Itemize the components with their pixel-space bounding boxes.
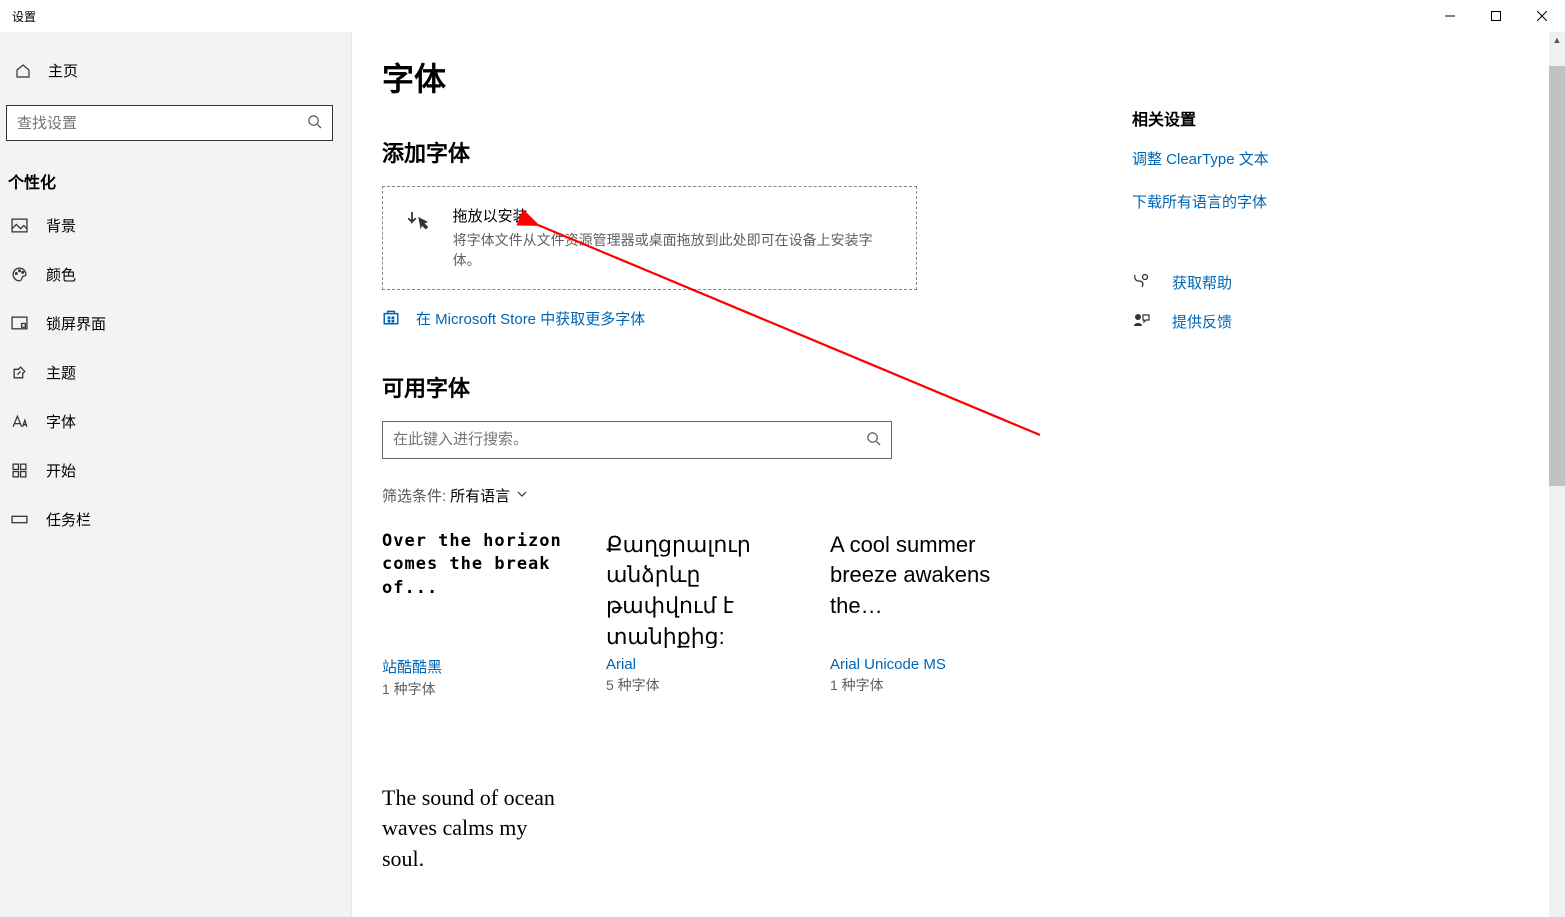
search-box[interactable] — [6, 105, 333, 141]
feedback-icon — [1132, 311, 1158, 332]
start-icon — [8, 462, 30, 479]
font-card[interactable]: Over the horizon comes the break of... 站… — [382, 530, 562, 699]
sidebar-item-label: 颜色 — [46, 264, 76, 285]
drop-zone[interactable]: 拖放以安装 将字体文件从文件资源管理器或桌面拖放到此处即可在设备上安装字体。 — [382, 186, 917, 290]
font-card[interactable]: A cool summer breeze awakens the… Arial … — [830, 530, 1010, 699]
store-link[interactable]: 在 Microsoft Store 中获取更多字体 — [382, 308, 1122, 329]
sidebar-item-label: 锁屏界面 — [46, 313, 106, 334]
chevron-down-icon — [516, 487, 528, 504]
sidebar: 主页 个性化 背景 颜色 锁屏界面 主题 — [0, 32, 352, 917]
scrollbar-thumb[interactable] — [1549, 66, 1565, 486]
cleartype-link[interactable]: 调整 ClearType 文本 — [1132, 148, 1462, 169]
font-name: Arial — [606, 656, 786, 673]
window-title: 设置 — [12, 8, 36, 25]
filter-dropdown[interactable]: 筛选条件: 所有语言 — [382, 485, 1122, 506]
sidebar-item-fonts[interactable]: 字体 — [0, 397, 351, 446]
sidebar-item-label: 开始 — [46, 460, 76, 481]
font-meta: 5 种字体 — [606, 675, 786, 695]
sidebar-item-label: 背景 — [46, 215, 76, 236]
titlebar: 设置 — [0, 0, 1565, 32]
font-sample: Over the horizon comes the break of... — [382, 530, 562, 648]
filter-label: 筛选条件: — [382, 485, 446, 506]
help-icon — [1132, 272, 1158, 293]
font-sample: The sound of ocean waves calms my soul. — [382, 783, 562, 901]
lockscreen-icon — [8, 315, 30, 332]
font-sample: A cool summer breeze awakens the… — [830, 530, 1010, 648]
store-icon — [382, 308, 404, 329]
search-input[interactable] — [17, 115, 307, 132]
category-header: 个性化 — [0, 155, 351, 201]
sidebar-item-background[interactable]: 背景 — [0, 201, 351, 250]
close-button[interactable] — [1519, 0, 1565, 32]
page-title: 字体 — [382, 54, 1122, 100]
download-fonts-link[interactable]: 下载所有语言的字体 — [1132, 191, 1462, 212]
palette-icon — [8, 266, 30, 283]
font-name: 站酷酷黑 — [382, 656, 562, 677]
store-link-text: 在 Microsoft Store 中获取更多字体 — [416, 308, 645, 329]
image-icon — [8, 217, 30, 234]
font-meta: 1 种字体 — [830, 675, 1010, 695]
feedback-link[interactable]: 提供反馈 — [1132, 311, 1462, 332]
feedback-label: 提供反馈 — [1172, 311, 1232, 332]
sidebar-item-start[interactable]: 开始 — [0, 446, 351, 495]
font-grid: Over the horizon comes the break of... 站… — [382, 530, 1122, 909]
sidebar-item-label: 字体 — [46, 411, 76, 432]
font-name: Arial Unicode MS — [830, 656, 1010, 673]
drag-drop-icon — [403, 205, 441, 271]
font-sample: Քաղցրալուր անձրևը թափվում է տանիքից: — [606, 530, 786, 648]
get-help-link[interactable]: 获取帮助 — [1132, 272, 1462, 293]
font-icon — [8, 413, 30, 430]
sidebar-item-colors[interactable]: 颜色 — [0, 250, 351, 299]
sidebar-item-taskbar[interactable]: 任务栏 — [0, 495, 351, 544]
sidebar-item-label: 任务栏 — [46, 509, 91, 530]
font-meta: 1 种字体 — [382, 679, 562, 699]
main-content: 字体 添加字体 拖放以安装 将字体文件从文件资源管理器或桌面拖放到此处即可在设备… — [382, 54, 1122, 917]
home-label: 主页 — [48, 60, 78, 81]
related-settings-heading: 相关设置 — [1132, 106, 1462, 130]
help-label: 获取帮助 — [1172, 272, 1232, 293]
window-controls — [1427, 0, 1565, 32]
theme-icon — [8, 364, 30, 381]
minimize-button[interactable] — [1427, 0, 1473, 32]
font-search-box[interactable] — [382, 421, 892, 459]
scrollbar[interactable]: ▲ — [1549, 32, 1565, 917]
search-icon — [866, 431, 881, 449]
home-button[interactable]: 主页 — [0, 50, 351, 91]
search-icon — [307, 114, 322, 132]
maximize-button[interactable] — [1473, 0, 1519, 32]
aside: 相关设置 调整 ClearType 文本 下载所有语言的字体 获取帮助 提供反馈 — [1122, 54, 1462, 917]
font-search-input[interactable] — [393, 431, 866, 448]
drop-description: 将字体文件从文件资源管理器或桌面拖放到此处即可在设备上安装字体。 — [453, 230, 896, 271]
taskbar-icon — [8, 511, 30, 528]
available-fonts-heading: 可用字体 — [382, 371, 1122, 403]
add-fonts-heading: 添加字体 — [382, 136, 1122, 168]
sidebar-item-lockscreen[interactable]: 锁屏界面 — [0, 299, 351, 348]
font-card[interactable]: Քաղցրալուր անձրևը թափվում է տանիքից: Ari… — [606, 530, 786, 699]
scroll-up-icon[interactable]: ▲ — [1549, 32, 1565, 48]
sidebar-item-label: 主题 — [46, 362, 76, 383]
home-icon — [14, 63, 32, 79]
drop-title: 拖放以安装 — [453, 205, 896, 226]
sidebar-item-themes[interactable]: 主题 — [0, 348, 351, 397]
font-card[interactable]: The sound of ocean waves calms my soul. — [382, 783, 562, 909]
filter-value: 所有语言 — [450, 485, 510, 506]
